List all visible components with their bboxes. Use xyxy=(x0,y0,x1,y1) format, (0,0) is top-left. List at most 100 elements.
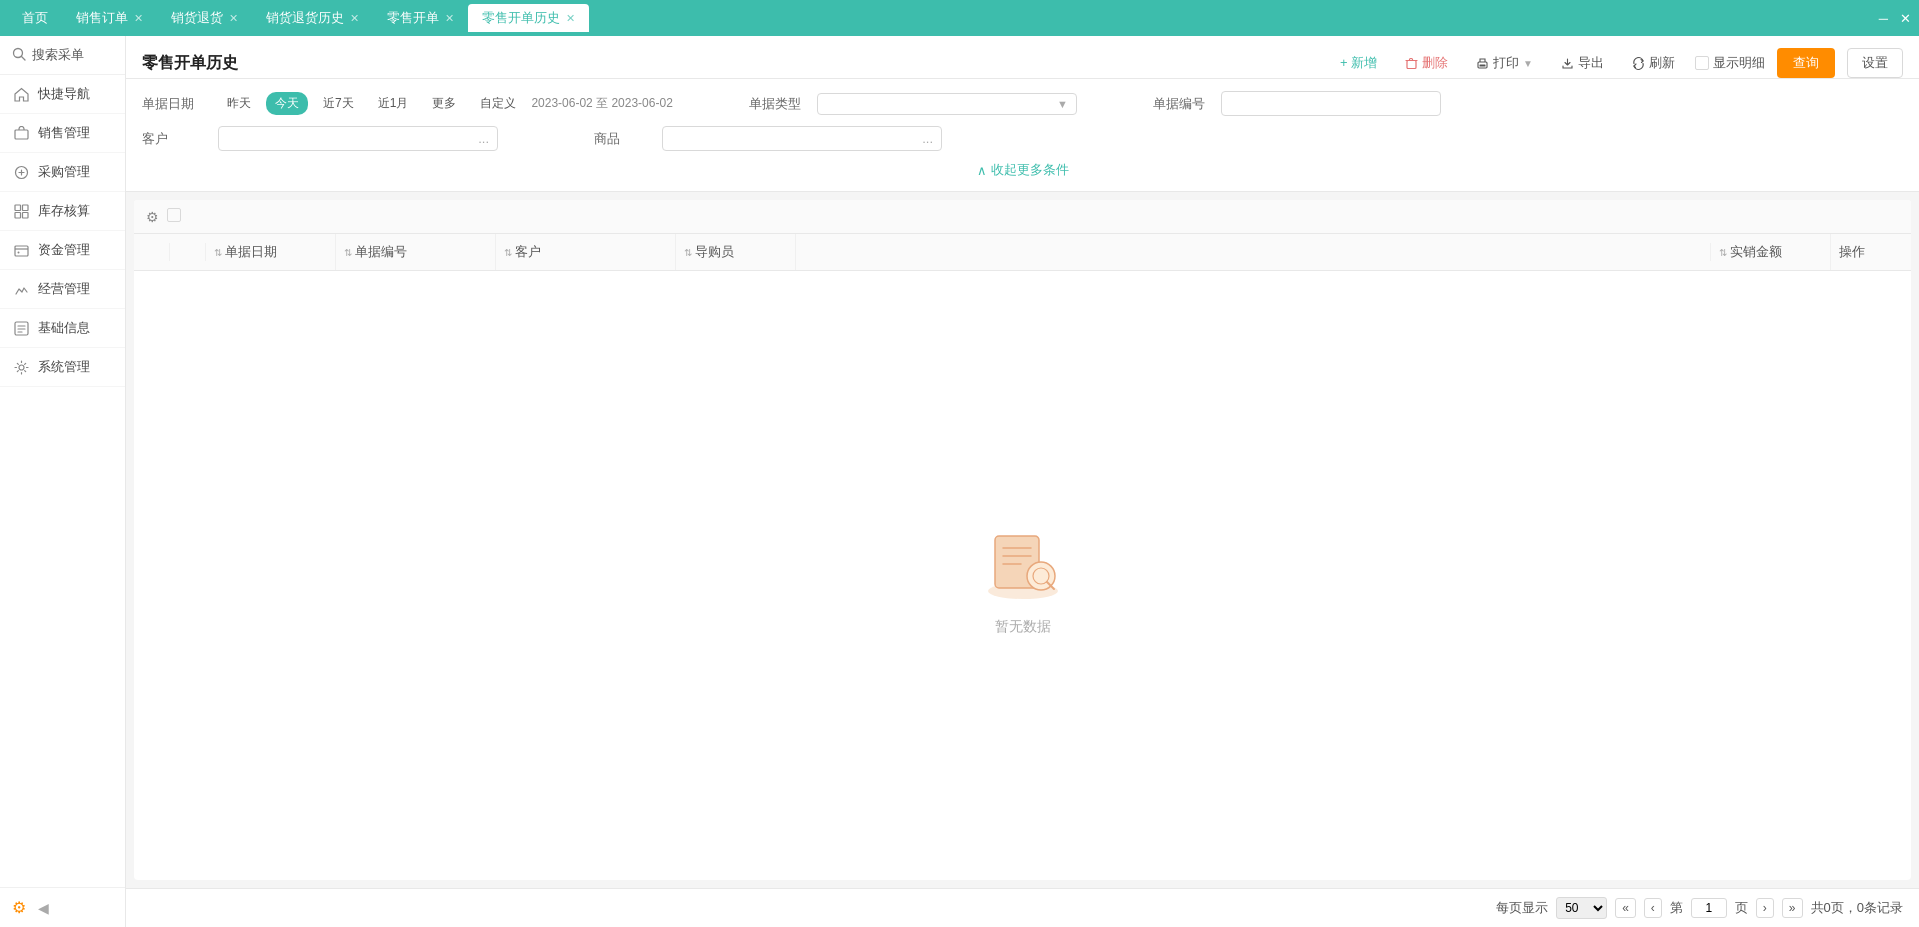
collapse-sidebar-icon[interactable]: ◀ xyxy=(38,900,49,916)
total-label: 共0页，0条记录 xyxy=(1811,899,1903,917)
tab-home[interactable]: 首页 xyxy=(8,4,62,32)
per-page-select[interactable]: 50 20 100 xyxy=(1556,897,1607,919)
order-num-input[interactable] xyxy=(1221,91,1441,116)
delete-label: 删除 xyxy=(1422,54,1448,72)
collapse-label: 收起更多条件 xyxy=(991,161,1069,179)
window-controls: ─ ✕ xyxy=(1879,11,1911,26)
th-date[interactable]: ⇅ 单据日期 xyxy=(206,234,336,270)
tab-sales-return-history[interactable]: 销货退货历史 ✕ xyxy=(252,4,373,32)
th-action-label: 操作 xyxy=(1839,243,1865,261)
th-action: 操作 xyxy=(1831,234,1911,270)
date-btn-more[interactable]: 更多 xyxy=(423,92,465,115)
customer-select[interactable]: ... xyxy=(218,126,498,151)
tab-retail-open-history-close[interactable]: ✕ xyxy=(566,12,575,25)
goods-select[interactable]: ... xyxy=(662,126,942,151)
tab-sales-order-close[interactable]: ✕ xyxy=(134,12,143,25)
table-settings-icon[interactable]: ⚙ xyxy=(146,209,159,225)
page-input[interactable] xyxy=(1691,898,1727,918)
th-amount[interactable]: ⇅ 实销金额 xyxy=(1711,234,1831,270)
svg-line-1 xyxy=(22,56,26,60)
basic-info-icon xyxy=(12,319,30,337)
sidebar-item-system-mgmt-label: 系统管理 xyxy=(38,358,90,376)
svg-point-9 xyxy=(17,251,19,253)
date-label: 单据日期 xyxy=(142,95,202,113)
sidebar-item-purchase-mgmt[interactable]: 采购管理 xyxy=(0,153,125,192)
svg-point-11 xyxy=(19,365,24,370)
th-order-num-sort-icon: ⇅ xyxy=(344,247,352,258)
finance-icon xyxy=(12,241,30,259)
collapse-bar[interactable]: ∧ 收起更多条件 xyxy=(142,161,1903,179)
sidebar-item-operations[interactable]: 经营管理 xyxy=(0,270,125,309)
settings-button[interactable]: 设置 xyxy=(1847,48,1903,78)
empty-state: 暂无数据 xyxy=(134,271,1911,880)
sidebar-item-inventory[interactable]: 库存核算 xyxy=(0,192,125,231)
order-type-select[interactable]: ▼ xyxy=(817,93,1077,115)
date-btn-1month[interactable]: 近1月 xyxy=(369,92,418,115)
tab-home-label: 首页 xyxy=(22,9,48,27)
tab-retail-open-close[interactable]: ✕ xyxy=(445,12,454,25)
next-page-btn[interactable]: › xyxy=(1756,898,1774,918)
last-page-btn[interactable]: » xyxy=(1782,898,1803,918)
search-icon xyxy=(12,47,26,64)
export-button[interactable]: 导出 xyxy=(1553,50,1612,76)
tab-sales-return[interactable]: 销货退货 ✕ xyxy=(157,4,252,32)
th-guide-sort-icon: ⇅ xyxy=(684,247,692,258)
date-btn-yesterday[interactable]: 昨天 xyxy=(218,92,260,115)
sidebar-item-sales-mgmt[interactable]: 销售管理 xyxy=(0,114,125,153)
print-button[interactable]: 打印 ▼ xyxy=(1468,50,1541,76)
sidebar-item-basic-info[interactable]: 基础信息 xyxy=(0,309,125,348)
th-order-num[interactable]: ⇅ 单据编号 xyxy=(336,234,496,270)
date-btn-custom[interactable]: 自定义 xyxy=(471,92,525,115)
tab-retail-open[interactable]: 零售开单 ✕ xyxy=(373,4,468,32)
refresh-button[interactable]: 刷新 xyxy=(1624,50,1683,76)
filter-dates: 昨天 今天 近7天 近1月 更多 自定义 2023-06-02 至 2023-0… xyxy=(218,92,673,115)
sidebar-item-purchase-mgmt-label: 采购管理 xyxy=(38,163,90,181)
tab-sales-return-history-close[interactable]: ✕ xyxy=(350,12,359,25)
tab-sales-order[interactable]: 销售订单 ✕ xyxy=(62,4,157,32)
tab-retail-open-history[interactable]: 零售开单历史 ✕ xyxy=(468,4,589,32)
first-page-btn[interactable]: « xyxy=(1615,898,1636,918)
add-button[interactable]: + 新增 xyxy=(1332,50,1385,76)
customer-label: 客户 xyxy=(142,130,202,148)
th-customer-sort-icon: ⇅ xyxy=(504,247,512,258)
print-label: 打印 xyxy=(1493,54,1519,72)
th-order-num-label: 单据编号 xyxy=(355,243,407,261)
th-customer[interactable]: ⇅ 客户 xyxy=(496,234,676,270)
page-title: 零售开单历史 xyxy=(142,53,238,74)
table-checkbox-all[interactable] xyxy=(167,208,181,225)
sidebar-item-system-mgmt[interactable]: 系统管理 xyxy=(0,348,125,387)
close-btn[interactable]: ✕ xyxy=(1900,11,1911,26)
th-date-sort-icon: ⇅ xyxy=(214,247,222,258)
order-type-filter: 单据类型 ▼ xyxy=(749,93,1077,115)
minimize-btn[interactable]: ─ xyxy=(1879,11,1888,26)
goods-filter: 商品 ... xyxy=(594,126,942,151)
tab-sales-order-label: 销售订单 xyxy=(76,9,128,27)
tab-sales-return-label: 销货退货 xyxy=(171,9,223,27)
order-num-label: 单据编号 xyxy=(1153,95,1213,113)
tab-sales-return-close[interactable]: ✕ xyxy=(229,12,238,25)
tab-retail-open-history-label: 零售开单历史 xyxy=(482,9,560,27)
main-layout: 搜索采单 快捷导航 销售管理 采购管理 库存核算 xyxy=(0,36,1919,927)
delete-button[interactable]: 删除 xyxy=(1397,50,1456,76)
th-guide[interactable]: ⇅ 导购员 xyxy=(676,234,796,270)
empty-text: 暂无数据 xyxy=(995,618,1051,636)
print-dropdown-icon[interactable]: ▼ xyxy=(1523,58,1533,69)
sidebar-item-quick-nav[interactable]: 快捷导航 xyxy=(0,75,125,114)
operations-icon xyxy=(12,280,30,298)
sales-icon xyxy=(12,124,30,142)
inventory-icon xyxy=(12,202,30,220)
settings-icon[interactable]: ⚙ xyxy=(12,898,26,917)
sidebar-search[interactable]: 搜索采单 xyxy=(0,36,125,75)
date-btn-today[interactable]: 今天 xyxy=(266,92,308,115)
display-toggle[interactable]: 显示明细 xyxy=(1695,54,1765,72)
order-type-dropdown-icon: ▼ xyxy=(1057,98,1068,110)
date-btn-7days[interactable]: 近7天 xyxy=(314,92,363,115)
svg-rect-12 xyxy=(1407,60,1416,68)
sidebar-item-finance[interactable]: 资金管理 xyxy=(0,231,125,270)
display-label: 显示明细 xyxy=(1713,54,1765,72)
query-button[interactable]: 查询 xyxy=(1777,48,1835,78)
prev-page-btn[interactable]: ‹ xyxy=(1644,898,1662,918)
th-amount-label: 实销金额 xyxy=(1730,243,1782,261)
display-checkbox[interactable] xyxy=(1695,56,1709,70)
sidebar-item-finance-label: 资金管理 xyxy=(38,241,90,259)
